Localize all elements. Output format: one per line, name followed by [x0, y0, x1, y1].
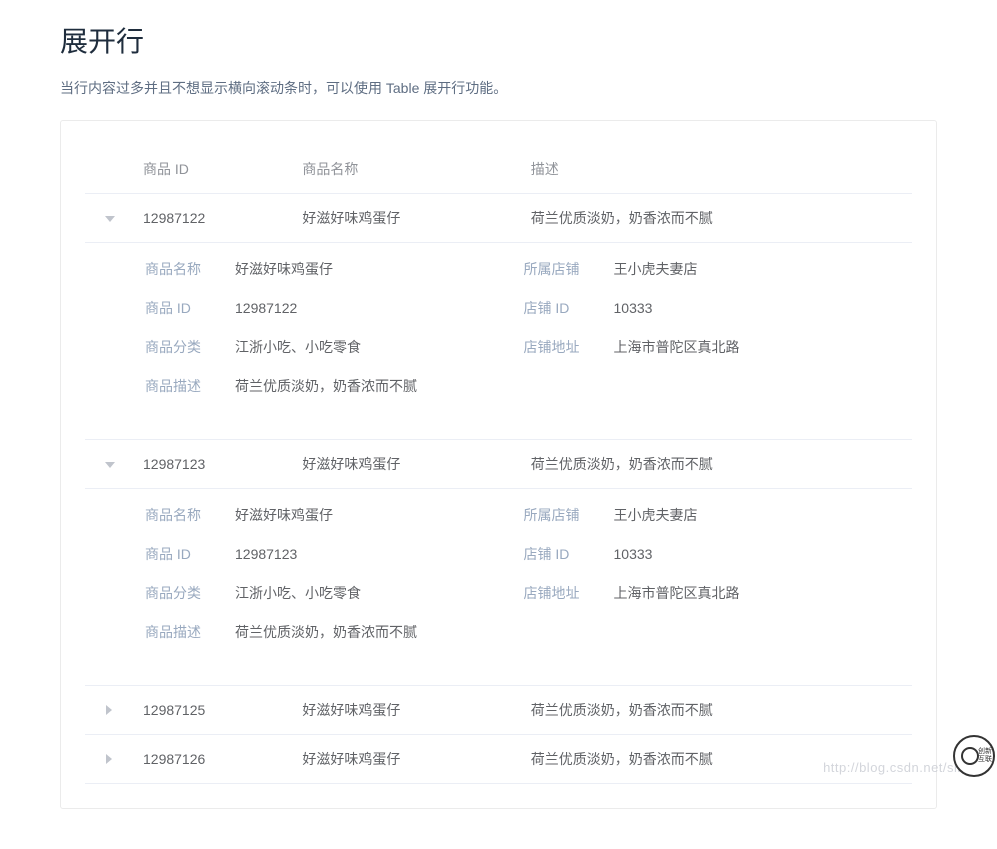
label-owning-store: 所属店铺 [524, 505, 614, 526]
label-owning-store: 所属店铺 [524, 259, 614, 280]
value-product-desc: 荷兰优质淡奶，奶香浓而不腻 [235, 622, 417, 643]
label-store-id: 店铺 ID [524, 298, 614, 319]
label-product-desc: 商品描述 [145, 376, 235, 397]
cell-id: 12987126 [133, 735, 292, 784]
label-store-address: 店铺地址 [524, 337, 614, 358]
value-product-category: 江浙小吃、小吃零食 [235, 337, 361, 358]
page-title: 展开行 [60, 20, 937, 60]
value-store-address: 上海市普陀区真北路 [614, 583, 740, 604]
cell-desc: 荷兰优质淡奶，奶香浓而不腻 [521, 194, 912, 243]
cell-id: 12987122 [133, 194, 292, 243]
table-expanded-row: 商品名称 好滋好味鸡蛋仔 所属店铺 王小虎夫妻店 商品 ID 12987122 … [85, 243, 912, 440]
cell-name: 好滋好味鸡蛋仔 [292, 194, 520, 243]
label-store-address: 店铺地址 [524, 583, 614, 604]
table-row: 12987125 好滋好味鸡蛋仔 荷兰优质淡奶，奶香浓而不腻 [85, 686, 912, 735]
column-desc: 描述 [521, 145, 912, 194]
value-owning-store: 王小虎夫妻店 [614, 259, 698, 280]
chevron-right-icon[interactable] [102, 460, 116, 470]
expandable-table: 商品 ID 商品名称 描述 12987122 好滋好味鸡蛋仔 荷兰优质淡奶，奶香… [85, 145, 912, 784]
cell-desc: 荷兰优质淡奶，奶香浓而不腻 [521, 440, 912, 489]
cell-name: 好滋好味鸡蛋仔 [292, 440, 520, 489]
value-product-id: 12987122 [235, 298, 297, 319]
column-expand [85, 145, 133, 194]
value-product-name: 好滋好味鸡蛋仔 [235, 505, 333, 526]
chevron-right-icon[interactable] [102, 214, 116, 224]
value-product-desc: 荷兰优质淡奶，奶香浓而不腻 [235, 376, 417, 397]
value-product-category: 江浙小吃、小吃零食 [235, 583, 361, 604]
value-product-name: 好滋好味鸡蛋仔 [235, 259, 333, 280]
label-product-category: 商品分类 [145, 337, 235, 358]
cell-desc: 荷兰优质淡奶，奶香浓而不腻 [521, 686, 912, 735]
value-owning-store: 王小虎夫妻店 [614, 505, 698, 526]
cell-desc: 荷兰优质淡奶，奶香浓而不腻 [521, 735, 912, 784]
cell-id: 12987125 [133, 686, 292, 735]
table-row: 12987126 好滋好味鸡蛋仔 荷兰优质淡奶，奶香浓而不腻 [85, 735, 912, 784]
badge-text: 创新互联 [978, 748, 993, 763]
page-description: 当行内容过多并且不想显示横向滚动条时，可以使用 Table 展开行功能。 [60, 78, 937, 98]
corner-badge-logo: 创新互联 [953, 735, 995, 777]
label-product-desc: 商品描述 [145, 622, 235, 643]
label-product-id: 商品 ID [145, 544, 235, 565]
demo-block: 商品 ID 商品名称 描述 12987122 好滋好味鸡蛋仔 荷兰优质淡奶，奶香… [60, 120, 937, 809]
column-name: 商品名称 [292, 145, 520, 194]
label-product-category: 商品分类 [145, 583, 235, 604]
table-header-row: 商品 ID 商品名称 描述 [85, 145, 912, 194]
value-store-address: 上海市普陀区真北路 [614, 337, 740, 358]
label-product-id: 商品 ID [145, 298, 235, 319]
chevron-right-icon[interactable] [104, 753, 114, 767]
table-expanded-row: 商品名称 好滋好味鸡蛋仔 所属店铺 王小虎夫妻店 商品 ID 12987123 … [85, 489, 912, 686]
chevron-right-icon[interactable] [104, 704, 114, 718]
value-store-id: 10333 [614, 544, 653, 565]
table-row: 12987123 好滋好味鸡蛋仔 荷兰优质淡奶，奶香浓而不腻 [85, 440, 912, 489]
cell-name: 好滋好味鸡蛋仔 [292, 735, 520, 784]
cell-name: 好滋好味鸡蛋仔 [292, 686, 520, 735]
label-store-id: 店铺 ID [524, 544, 614, 565]
column-id: 商品 ID [133, 145, 292, 194]
value-store-id: 10333 [614, 298, 653, 319]
label-product-name: 商品名称 [145, 259, 235, 280]
value-product-id: 12987123 [235, 544, 297, 565]
label-product-name: 商品名称 [145, 505, 235, 526]
table-row: 12987122 好滋好味鸡蛋仔 荷兰优质淡奶，奶香浓而不腻 [85, 194, 912, 243]
cell-id: 12987123 [133, 440, 292, 489]
